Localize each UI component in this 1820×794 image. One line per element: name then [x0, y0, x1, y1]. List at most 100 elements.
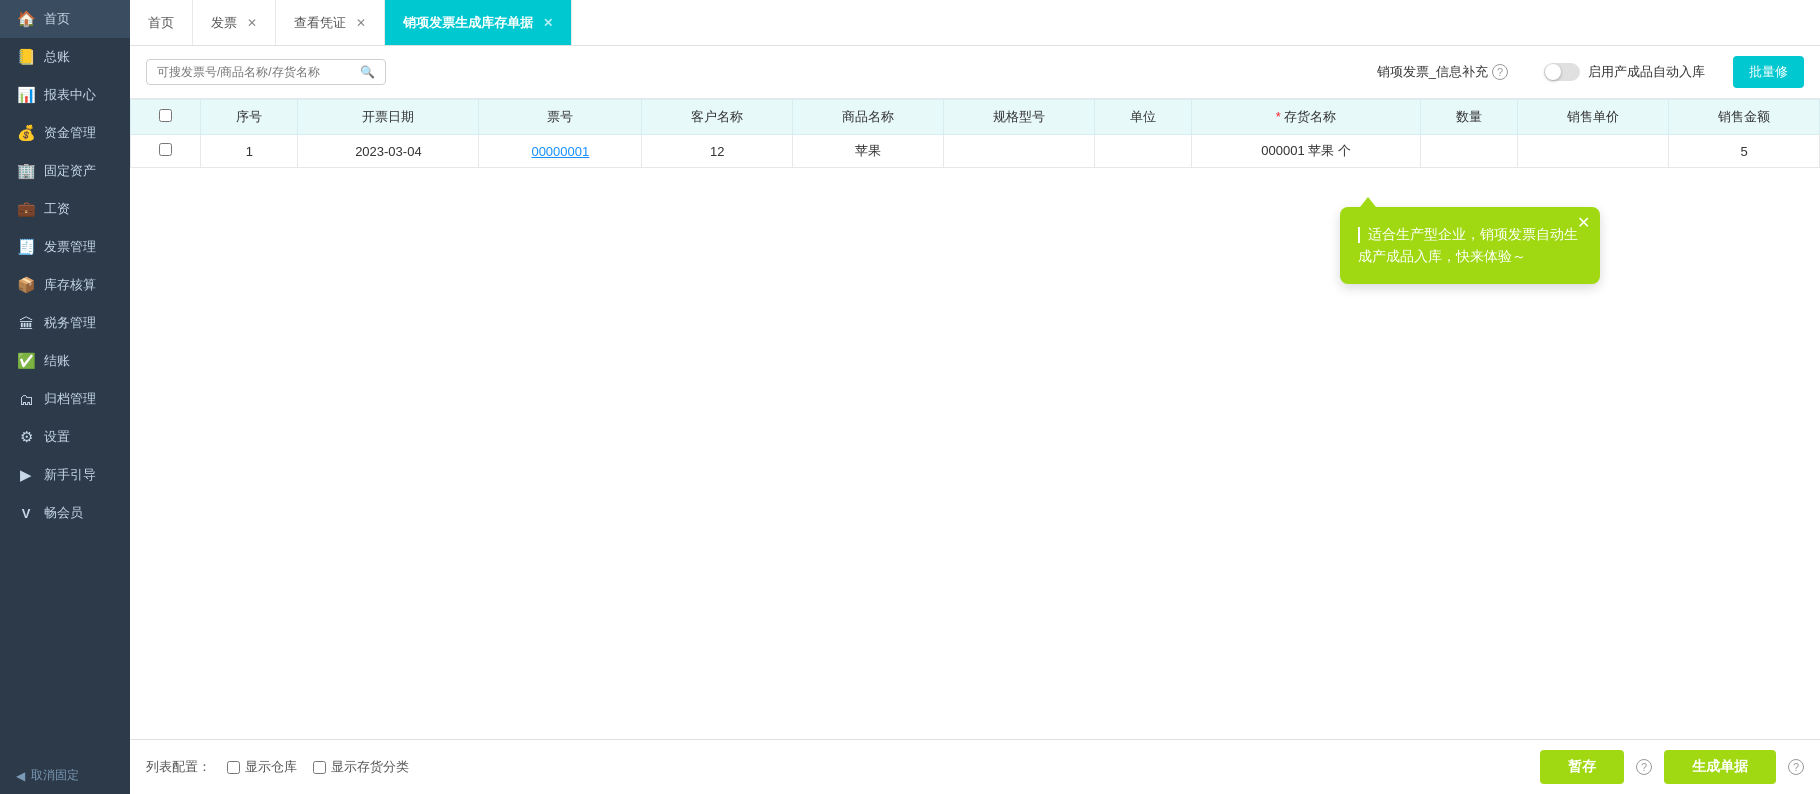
content-area: 序号 开票日期 票号 客户名称 商品名称 规格型号 单位 * 存货名称 数量 销…	[130, 99, 1820, 794]
tax-icon: 🏛	[16, 315, 36, 332]
tab-bar: 首页 发票 ✕ 查看凭证 ✕ 销项发票生成库存单据 ✕	[130, 0, 1820, 46]
funds-icon: 💰	[16, 124, 36, 142]
col-customer: 客户名称	[642, 100, 793, 135]
tab-invoice-close[interactable]: ✕	[247, 16, 257, 30]
save-help-icon[interactable]: ?	[1636, 759, 1652, 775]
row-unit	[1095, 135, 1192, 168]
row-price	[1518, 135, 1669, 168]
row-qty	[1420, 135, 1517, 168]
info-help-icon[interactable]: ?	[1492, 64, 1508, 80]
tab-invoice[interactable]: 发票 ✕	[193, 0, 276, 45]
sidebar-label-checkout: 结账	[44, 352, 70, 370]
main-area: 首页 发票 ✕ 查看凭证 ✕ 销项发票生成库存单据 ✕ 🔍 销项发票_信息补充 …	[130, 0, 1820, 794]
sidebar-item-settings[interactable]: ⚙ 设置	[0, 418, 130, 456]
row-goods: 苹果	[793, 135, 944, 168]
auto-storage-toggle[interactable]	[1544, 63, 1580, 81]
sidebar-item-inventory[interactable]: 📦 库存核算	[0, 266, 130, 304]
unpin-label: 取消固定	[31, 767, 79, 784]
search-input[interactable]	[157, 65, 354, 79]
archive-icon: 🗂	[16, 391, 36, 408]
col-seq: 序号	[201, 100, 298, 135]
sidebar-label-tax: 税务管理	[44, 314, 96, 332]
sidebar-label-inventory: 库存核算	[44, 276, 96, 294]
table-wrap: 序号 开票日期 票号 客户名称 商品名称 规格型号 单位 * 存货名称 数量 销…	[130, 99, 1820, 739]
tooltip-cursor	[1358, 227, 1360, 243]
col-ticket: 票号	[479, 100, 642, 135]
sidebar-unpin[interactable]: ◀ 取消固定	[0, 757, 130, 794]
unpin-icon: ◀	[16, 769, 25, 783]
col-inventory: * 存货名称	[1192, 100, 1421, 135]
sidebar-item-vip[interactable]: V 畅会员	[0, 494, 130, 532]
tab-voucher-close[interactable]: ✕	[356, 16, 366, 30]
row-ticket[interactable]: 00000001	[479, 135, 642, 168]
sidebar-item-funds[interactable]: 💰 资金管理	[0, 114, 130, 152]
tooltip-text: 适合生产型企业，销项发票自动生成产成品入库，快来体验～	[1358, 226, 1578, 264]
tab-voucher[interactable]: 查看凭证 ✕	[276, 0, 385, 45]
col-date: 开票日期	[298, 100, 479, 135]
tab-home[interactable]: 首页	[130, 0, 193, 45]
sidebar-item-salary[interactable]: 💼 工资	[0, 190, 130, 228]
row-date: 2023-03-04	[298, 135, 479, 168]
sidebar-item-home[interactable]: 🏠 首页	[0, 0, 130, 38]
col-checkbox	[131, 100, 201, 135]
sidebar-item-invoice[interactable]: 🧾 发票管理	[0, 228, 130, 266]
sidebar-item-checkout[interactable]: ✅ 结账	[0, 342, 130, 380]
search-icon[interactable]: 🔍	[360, 65, 375, 79]
sidebar-item-tax[interactable]: 🏛 税务管理	[0, 304, 130, 342]
vip-icon: V	[16, 506, 36, 521]
bottom-bar: 列表配置： 显示仓库 显示存货分类 暂存 ? 生成单据 ?	[130, 739, 1820, 794]
sidebar-label-home: 首页	[44, 10, 70, 28]
tab-generate-inventory[interactable]: 销项发票生成库存单据 ✕	[385, 0, 572, 45]
save-button[interactable]: 暂存	[1540, 750, 1624, 784]
toggle-wrap: 启用产成品自动入库	[1544, 63, 1705, 81]
tab-invoice-label: 发票	[211, 14, 237, 32]
row-checkbox-cell	[131, 135, 201, 168]
sidebar-label-vip: 畅会员	[44, 504, 83, 522]
generate-button[interactable]: 生成单据	[1664, 750, 1776, 784]
table-header-row: 序号 开票日期 票号 客户名称 商品名称 规格型号 单位 * 存货名称 数量 销…	[131, 100, 1820, 135]
settings-icon: ⚙	[16, 428, 36, 446]
select-all-checkbox[interactable]	[159, 109, 172, 122]
toggle-knob	[1545, 64, 1561, 80]
tab-generate-inventory-label: 销项发票生成库存单据	[403, 14, 533, 32]
col-goods: 商品名称	[793, 100, 944, 135]
show-inventory-category-checkbox[interactable]	[313, 761, 326, 774]
sidebar-item-ledger[interactable]: 📒 总账	[0, 38, 130, 76]
sidebar-label-guide: 新手引导	[44, 466, 96, 484]
tab-home-label: 首页	[148, 14, 174, 32]
sidebar-label-ledger: 总账	[44, 48, 70, 66]
salary-icon: 💼	[16, 200, 36, 218]
row-checkbox[interactable]	[159, 143, 172, 156]
sidebar-item-reports[interactable]: 📊 报表中心	[0, 76, 130, 114]
tab-generate-inventory-close[interactable]: ✕	[543, 16, 553, 30]
sidebar-label-funds: 资金管理	[44, 124, 96, 142]
col-spec: 规格型号	[944, 100, 1095, 135]
inventory-icon: 📦	[16, 276, 36, 294]
sidebar-label-settings: 设置	[44, 428, 70, 446]
show-warehouse-wrap[interactable]: 显示仓库	[227, 758, 297, 776]
sidebar-label-reports: 报表中心	[44, 86, 96, 104]
row-amount: 5	[1669, 135, 1820, 168]
guide-icon: ▶	[16, 466, 36, 484]
show-warehouse-label: 显示仓库	[245, 758, 297, 776]
row-inventory[interactable]: 000001 苹果 个	[1192, 135, 1421, 168]
sidebar-item-assets[interactable]: 🏢 固定资产	[0, 152, 130, 190]
tooltip-popup: ✕ 适合生产型企业，销项发票自动生成产成品入库，快来体验～	[1340, 207, 1600, 284]
show-warehouse-checkbox[interactable]	[227, 761, 240, 774]
sidebar-item-archive[interactable]: 🗂 归档管理	[0, 380, 130, 418]
col-price: 销售单价	[1518, 100, 1669, 135]
tooltip-close-button[interactable]: ✕	[1577, 215, 1590, 231]
sidebar-item-guide[interactable]: ▶ 新手引导	[0, 456, 130, 494]
list-config-label: 列表配置：	[146, 758, 211, 776]
info-label-text: 销项发票_信息补充	[1377, 63, 1488, 81]
col-amount: 销售金额	[1669, 100, 1820, 135]
tab-voucher-label: 查看凭证	[294, 14, 346, 32]
home-icon: 🏠	[16, 10, 36, 28]
generate-help-icon[interactable]: ?	[1788, 759, 1804, 775]
col-unit: 单位	[1095, 100, 1192, 135]
search-box[interactable]: 🔍	[146, 59, 386, 85]
toolbar: 🔍 销项发票_信息补充 ? 启用产成品自动入库 批量修	[130, 46, 1820, 99]
show-inventory-category-wrap[interactable]: 显示存货分类	[313, 758, 409, 776]
col-qty: 数量	[1420, 100, 1517, 135]
batch-modify-button[interactable]: 批量修	[1733, 56, 1804, 88]
